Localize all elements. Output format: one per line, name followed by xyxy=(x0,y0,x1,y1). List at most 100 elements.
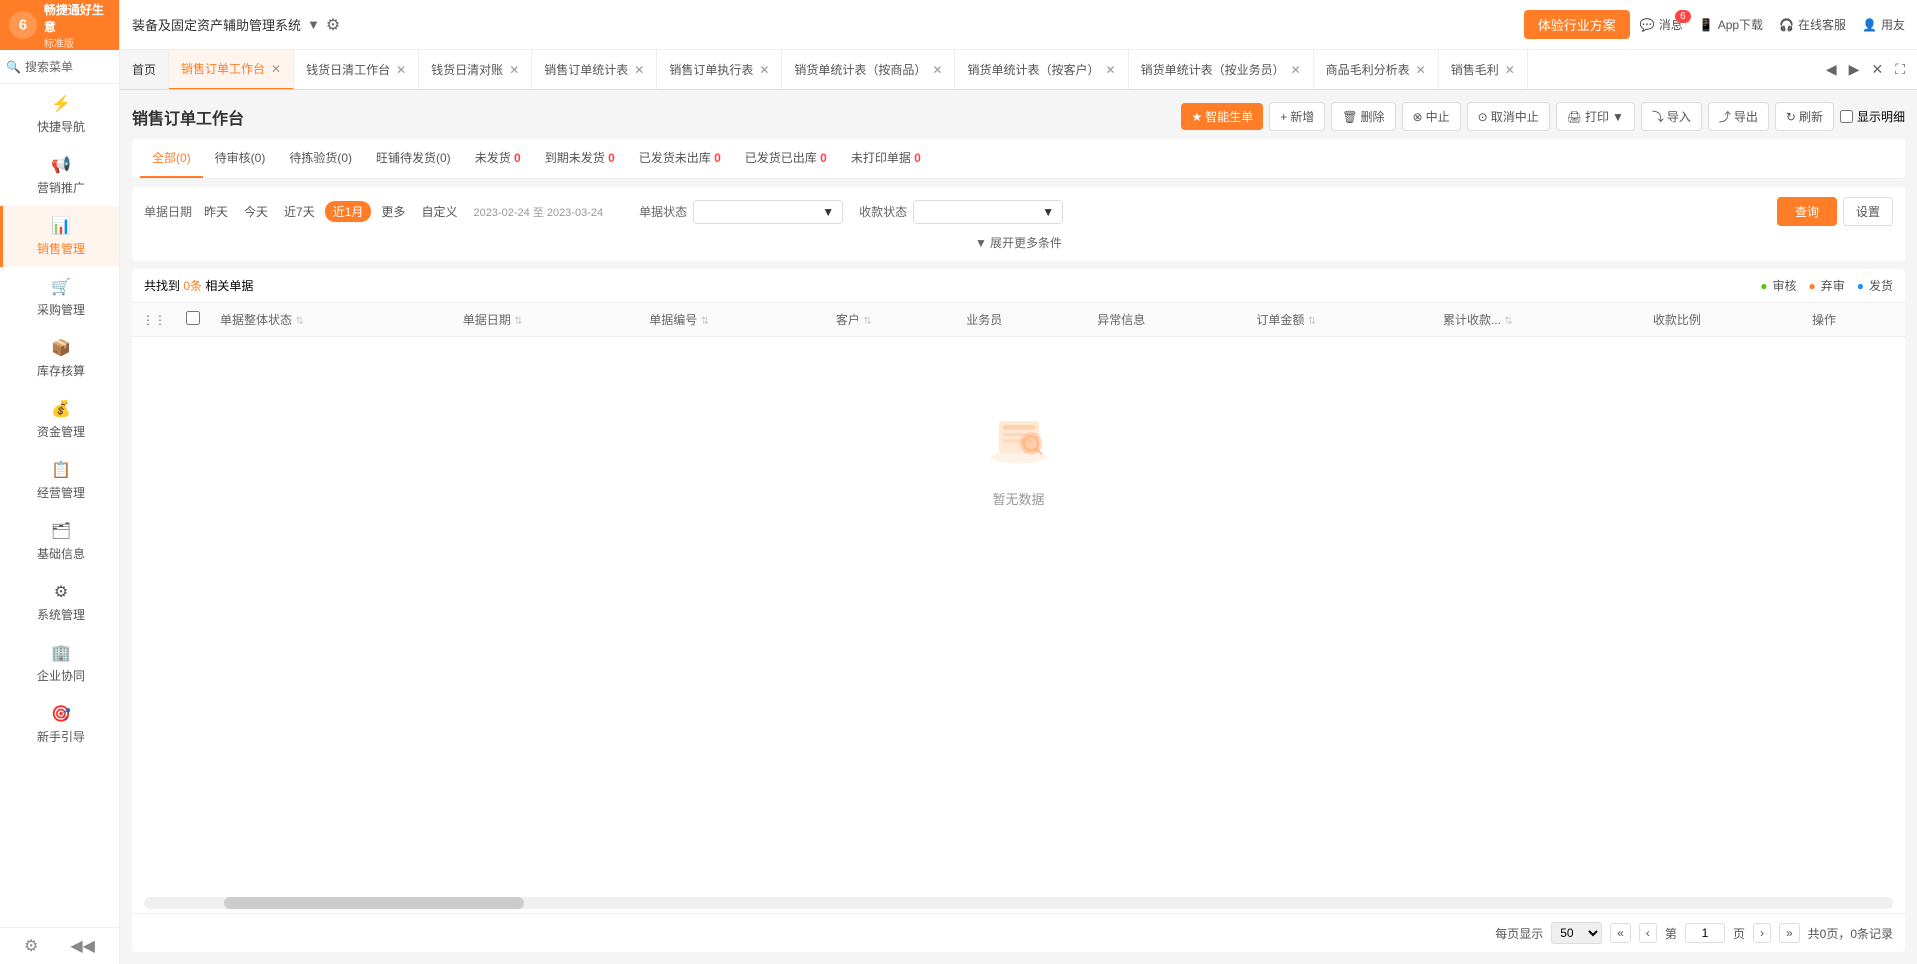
page-toolbar: ★ 智能生单 + 新增 🗑 删除 ⊗ 中止 ⊙ 取消中止 xyxy=(1181,102,1905,131)
refresh-button[interactable]: ↻ 刷新 xyxy=(1775,102,1834,131)
horizontal-scrollbar[interactable] xyxy=(144,897,1893,909)
query-button[interactable]: 查询 xyxy=(1777,197,1837,226)
status-select-arrow: ▼ xyxy=(822,205,834,219)
tab-sales-order-close[interactable]: ✕ xyxy=(271,62,281,76)
detail-checkbox[interactable] xyxy=(1840,110,1853,123)
export-button[interactable]: ⤴ 导出 xyxy=(1708,102,1769,131)
delete-button[interactable]: 🗑 删除 xyxy=(1331,102,1395,131)
tab-next-icon[interactable]: ▶ xyxy=(1845,59,1864,80)
nav-operation[interactable]: 📋 经营管理 xyxy=(0,450,119,511)
cancel-stop-button[interactable]: ⊙ 取消中止 xyxy=(1467,102,1550,131)
nav-system[interactable]: ⚙ 系统管理 xyxy=(0,572,119,633)
unaudit-button[interactable]: 弃审 xyxy=(1808,277,1844,294)
tab-sales-stats[interactable]: 销售订单统计表 ✕ xyxy=(532,50,657,90)
tab-maximize-icon[interactable]: ⛶ xyxy=(1891,59,1909,80)
tab-home[interactable]: 首页 xyxy=(120,50,169,90)
nav-sales[interactable]: 📊 销售管理 xyxy=(0,206,119,267)
tab-by-product-close[interactable]: ✕ xyxy=(932,63,942,77)
user-menu[interactable]: 👤 用友 xyxy=(1862,16,1905,33)
tab-sales-order[interactable]: 销售订单工作台 ✕ xyxy=(169,50,294,90)
tab-sales-stats-close[interactable]: ✕ xyxy=(634,63,644,77)
date-more[interactable]: 更多 xyxy=(375,201,411,222)
nav-purchase[interactable]: 🛒 采购管理 xyxy=(0,267,119,328)
sub-tab-unprinted[interactable]: 未打印单据 0 xyxy=(839,139,933,178)
ship-button[interactable]: 发货 xyxy=(1857,277,1893,294)
tab-cash-reconcile[interactable]: 钱货日清对账 ✕ xyxy=(419,50,532,90)
sort-date-icon[interactable]: ⇅ xyxy=(514,316,522,327)
table-scroll-container[interactable]: ⋮⋮ 单据整体状态 ⇅ 单据日期 ⇅ 单据编号 ⇅ 客户 ⇅ 业务员 异常信息 … xyxy=(132,303,1905,897)
tab-sales-exec-close[interactable]: ✕ xyxy=(759,63,769,77)
tab-cash-daily-close[interactable]: ✕ xyxy=(396,63,406,77)
nav-basic[interactable]: 🗂 基础信息 xyxy=(0,511,119,572)
add-label: 新增 xyxy=(1290,108,1314,125)
online-service-button[interactable]: 🎧 在线客服 xyxy=(1779,16,1846,33)
date-custom[interactable]: 自定义 xyxy=(415,201,463,222)
nav-enterprise[interactable]: 🏢 企业协同 xyxy=(0,633,119,694)
collapse-icon[interactable]: ◀◀ xyxy=(70,936,95,956)
per-page-select[interactable]: 50 20 100 xyxy=(1551,922,1602,944)
add-button[interactable]: + 新增 xyxy=(1269,102,1325,131)
print-button[interactable]: 🖨 打印 ▼ xyxy=(1556,102,1635,131)
sub-tab-wangpu[interactable]: 旺铺待发货(0) xyxy=(364,139,463,178)
message-button[interactable]: 💬 消息 6 xyxy=(1640,16,1683,33)
nav-finance[interactable]: 💰 资金管理 xyxy=(0,389,119,450)
settings-icon[interactable]: ⚙ xyxy=(24,936,38,956)
sub-tab-unshipped[interactable]: 未发货 0 xyxy=(463,139,533,178)
date-today[interactable]: 今天 xyxy=(238,201,274,222)
sort-number-icon[interactable]: ⇅ xyxy=(701,316,709,327)
sidebar-search[interactable]: 🔍 搜索菜单 xyxy=(0,50,119,84)
expand-filter-button[interactable]: ▼ 展开更多条件 xyxy=(975,234,1062,251)
sub-tab-shipped-out[interactable]: 已发货已出库 0 xyxy=(733,139,839,178)
tab-by-staff-close[interactable]: ✕ xyxy=(1291,63,1301,77)
nav-inventory[interactable]: 📦 库存核算 xyxy=(0,328,119,389)
tab-sales-by-customer[interactable]: 销货单统计表（按客户） ✕ xyxy=(955,50,1128,90)
tab-prev-icon[interactable]: ◀ xyxy=(1822,59,1841,80)
nav-quick[interactable]: ⚡ 快捷导航 xyxy=(0,84,119,145)
sub-tab-inspect[interactable]: 待拣验货(0) xyxy=(277,139,364,178)
date-7days[interactable]: 近7天 xyxy=(278,201,321,222)
status-select[interactable]: ▼ xyxy=(693,200,843,224)
tab-sales-by-staff[interactable]: 销货单统计表（按业务员） ✕ xyxy=(1129,50,1314,90)
sub-tab-all[interactable]: 全部(0) xyxy=(140,139,203,178)
system-icon: ⚙ xyxy=(51,582,71,602)
set-button[interactable]: 设置 xyxy=(1843,197,1893,226)
sort-collected-icon[interactable]: ⇅ xyxy=(1504,316,1512,327)
first-page-button[interactable]: « xyxy=(1610,923,1631,943)
date-yesterday[interactable]: 昨天 xyxy=(198,201,234,222)
nav-marketing[interactable]: 📢 营销推广 xyxy=(0,145,119,206)
topbar-gear-icon[interactable]: ⚙ xyxy=(326,15,340,35)
solution-button[interactable]: 体验行业方案 xyxy=(1524,10,1630,39)
sub-tab-shipped-no-stock[interactable]: 已发货未出库 0 xyxy=(627,139,733,178)
tab-sales-profit[interactable]: 销售毛利 ✕ xyxy=(1439,50,1528,90)
sort-status-icon[interactable]: ⇅ xyxy=(295,316,303,327)
tab-cash-reconcile-close[interactable]: ✕ xyxy=(509,63,519,77)
audit-button[interactable]: 审核 xyxy=(1760,277,1796,294)
tab-margin-close[interactable]: ✕ xyxy=(1416,63,1426,77)
tab-sales-exec[interactable]: 销售订单执行表 ✕ xyxy=(657,50,782,90)
date-1month[interactable]: 近1月 xyxy=(325,201,372,222)
select-all-checkbox[interactable] xyxy=(186,311,200,325)
tab-sales-by-product[interactable]: 销货单统计表（按商品） ✕ xyxy=(782,50,955,90)
detail-checkbox-label[interactable]: 显示明细 xyxy=(1840,108,1905,125)
next-page-button[interactable]: › xyxy=(1753,923,1771,943)
receipt-select[interactable]: ▼ xyxy=(913,200,1063,224)
sort-customer-icon[interactable]: ⇅ xyxy=(863,316,871,327)
page-number-input[interactable] xyxy=(1685,923,1725,943)
scroll-thumb[interactable] xyxy=(224,897,524,909)
tab-profit-close[interactable]: ✕ xyxy=(1505,63,1515,77)
sub-tab-pending[interactable]: 待审核(0) xyxy=(203,139,278,178)
sub-tab-overdue[interactable]: 到期未发货 0 xyxy=(533,139,627,178)
stop-button[interactable]: ⊗ 中止 xyxy=(1402,102,1461,131)
tab-close-all-icon[interactable]: ✕ xyxy=(1867,59,1887,80)
nav-guide[interactable]: 🎯 新手引导 xyxy=(0,694,119,755)
import-button[interactable]: ⤵ 导入 xyxy=(1641,102,1702,131)
tab-margin[interactable]: 商品毛利分析表 ✕ xyxy=(1314,50,1439,90)
topbar-dropdown-icon[interactable]: ▼ xyxy=(307,17,320,32)
last-page-button[interactable]: » xyxy=(1779,923,1800,943)
prev-page-button[interactable]: ‹ xyxy=(1639,923,1657,943)
app-download-button[interactable]: 📱 App下载 xyxy=(1699,16,1763,33)
tab-cash-daily[interactable]: 钱货日清工作台 ✕ xyxy=(294,50,419,90)
smart-generate-button[interactable]: ★ 智能生单 xyxy=(1181,103,1263,130)
tab-by-customer-close[interactable]: ✕ xyxy=(1106,63,1116,77)
sort-amount-icon[interactable]: ⇅ xyxy=(1308,316,1316,327)
